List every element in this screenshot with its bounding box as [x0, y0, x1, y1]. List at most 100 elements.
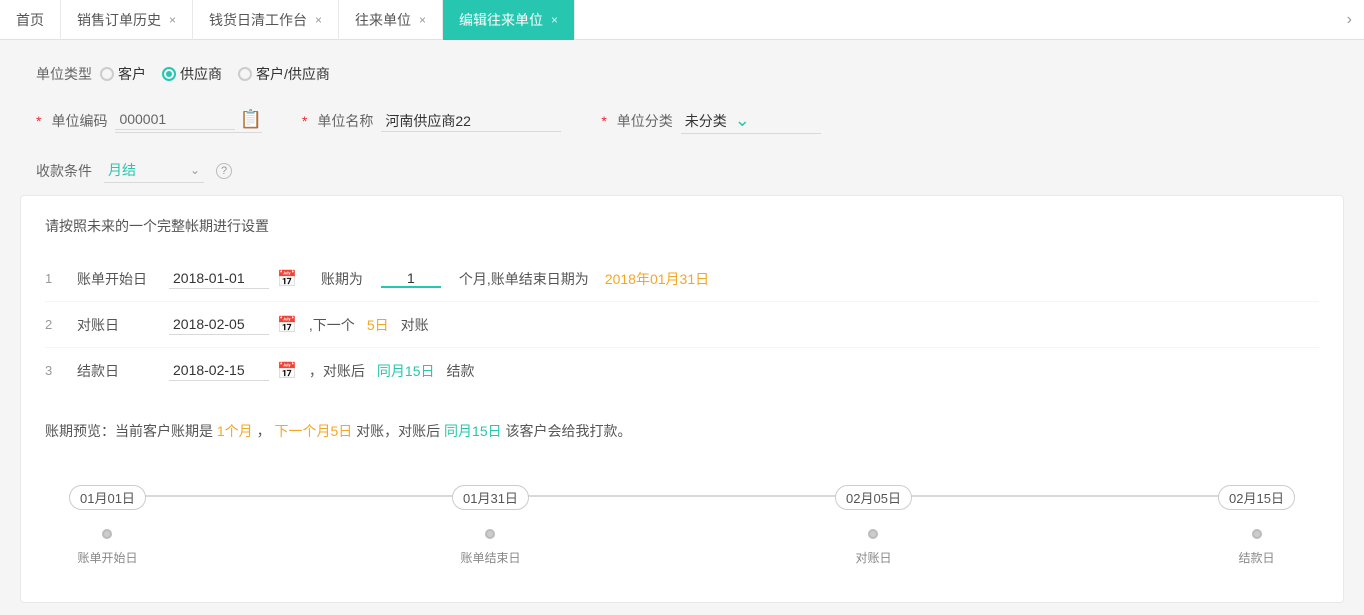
timeline-section: 01月01日 账单开始日 01月31日 账单结束日 02月05日 对账日 02月… — [45, 477, 1319, 582]
tab-edit-partner-unit-label: 编辑往来单位 — [459, 10, 543, 30]
period-row-2-calendar-icon[interactable]: 📅 — [277, 315, 297, 335]
timeline-node-2-dot — [868, 529, 878, 539]
unit-code-field-wrapper: 📋 — [115, 109, 261, 133]
period-preview: 账期预览：当前客户账期是 1个月 ， 下一个月5日 对账，对账后 同月15日 该… — [45, 409, 1319, 453]
radio-customer-label: 客户 — [118, 64, 146, 84]
period-row-3-date-group: 📅 — [169, 360, 297, 381]
radio-both[interactable]: 客户/供应商 — [238, 64, 330, 84]
preview-sep1: ， — [257, 423, 271, 439]
timeline-node-2: 02月05日 对账日 — [835, 485, 912, 566]
period-row-3: 3 结款日 📅 ，对账后 同月15日 结款 — [45, 348, 1319, 393]
radio-customer-circle — [100, 67, 114, 81]
payment-condition-help-icon[interactable]: ? — [216, 163, 232, 179]
period-row-2-label: 对账日 — [77, 315, 157, 335]
timeline-node-2-label: 对账日 — [855, 549, 891, 566]
period-row-3-desc-prefix: ，对账后 — [309, 361, 365, 381]
unit-type-row: 单位类型 客户 供应商 客户/供应商 — [20, 52, 1344, 96]
tab-edit-partner-unit-close[interactable]: × — [551, 13, 558, 27]
preview-part2: 下一个月5日 — [274, 423, 352, 439]
unit-code-group: * 单位编码 📋 — [36, 109, 262, 133]
period-row-1-label: 账单开始日 — [77, 269, 157, 289]
period-card: 请按照未来的一个完整帐期进行设置 1 账单开始日 📅 账期为 个月,账单结束日期… — [20, 195, 1344, 603]
unit-code-star: * — [36, 113, 41, 129]
period-row-1-calendar-icon[interactable]: 📅 — [277, 269, 297, 289]
radio-both-label: 客户/供应商 — [256, 64, 330, 84]
period-row-3-date-input[interactable] — [169, 360, 269, 381]
main-wrapper: 单位类型 客户 供应商 客户/供应商 * 单位编码 📋 — [0, 40, 1364, 615]
timeline-node-3: 02月15日 结款日 — [1218, 485, 1295, 566]
unit-class-select[interactable]: 未分类 ⌄ — [681, 108, 821, 134]
payment-condition-row: 收款条件 月结 ⌄ ? — [20, 146, 1344, 195]
radio-supplier-circle — [162, 67, 176, 81]
unit-code-label: 单位编码 — [51, 111, 107, 131]
preview-part3: 同月15日 — [444, 423, 502, 439]
payment-condition-label: 收款条件 — [36, 161, 92, 181]
unit-code-input[interactable] — [115, 109, 235, 130]
unit-name-input[interactable] — [381, 111, 561, 132]
preview-part1: 1个月 — [217, 423, 253, 439]
timeline-node-3-label: 结款日 — [1239, 549, 1275, 566]
period-row-1-end-date: 2018年01月31日 — [605, 269, 709, 289]
unit-name-group: * 单位名称 — [302, 111, 561, 132]
timeline-node-0-label: 账单开始日 — [77, 549, 137, 566]
period-row-2-desc-prefix: ,下一个 — [309, 315, 355, 335]
unit-class-label: 单位分类 — [617, 111, 673, 131]
period-row-2-desc-highlight: 5日 — [367, 315, 389, 335]
timeline-node-1: 01月31日 账单结束日 — [452, 485, 529, 566]
timeline-nodes: 01月01日 账单开始日 01月31日 账单结束日 02月05日 对账日 02月… — [45, 485, 1319, 566]
tab-sales-order-history-label: 销售订单历史 — [77, 10, 161, 30]
period-row-1-period-value-input[interactable] — [381, 270, 441, 288]
period-row-2-num: 2 — [45, 317, 65, 332]
radio-supplier[interactable]: 供应商 — [162, 64, 222, 84]
unit-code-copy-icon[interactable]: 📋 — [239, 109, 261, 130]
period-row-3-num: 3 — [45, 363, 65, 378]
tab-cash-work-label: 钱货日清工作台 — [209, 10, 307, 30]
tab-more-button[interactable]: › — [1335, 11, 1364, 29]
unit-info-row: * 单位编码 📋 * 单位名称 * 单位分类 未分类 ⌄ — [20, 96, 1344, 146]
period-row-2-date-input[interactable] — [169, 314, 269, 335]
timeline-node-3-date: 02月15日 — [1218, 485, 1295, 510]
unit-name-star: * — [302, 113, 307, 129]
period-row-1-period-label: 账期为 — [321, 269, 363, 289]
timeline-node-1-dot — [485, 529, 495, 539]
radio-both-circle — [238, 67, 252, 81]
unit-class-arrow-icon: ⌄ — [735, 110, 750, 131]
timeline-node-1-label: 账单结束日 — [460, 549, 520, 566]
tab-sales-order-history-close[interactable]: × — [169, 13, 176, 27]
tab-partner-unit-label: 往来单位 — [355, 10, 411, 30]
tab-home[interactable]: 首页 — [0, 0, 61, 40]
tab-partner-unit[interactable]: 往来单位 × — [339, 0, 443, 40]
tab-home-label: 首页 — [16, 10, 44, 30]
payment-condition-arrow-icon: ⌄ — [190, 163, 200, 177]
preview-suffix: 该客户会给我打款。 — [506, 423, 632, 439]
period-row-3-desc-suffix: 结款 — [447, 361, 475, 381]
period-row-3-calendar-icon[interactable]: 📅 — [277, 361, 297, 381]
timeline-node-0-dot — [102, 529, 112, 539]
unit-class-value: 未分类 — [685, 111, 727, 131]
period-row-2-desc-suffix: 对账 — [401, 315, 429, 335]
unit-name-label: 单位名称 — [317, 111, 373, 131]
preview-sep2: 对账，对账后 — [356, 423, 440, 439]
period-row-1-date-group: 📅 — [169, 268, 297, 289]
preview-label: 账期预览：当前客户账期是 — [45, 423, 213, 439]
period-card-instruction: 请按照未来的一个完整帐期进行设置 — [45, 216, 1319, 236]
unit-type-label: 单位类型 — [36, 64, 92, 84]
tab-cash-work[interactable]: 钱货日清工作台 × — [193, 0, 339, 40]
tab-partner-unit-close[interactable]: × — [419, 13, 426, 27]
period-row-1-period-unit: 个月,账单结束日期为 — [459, 269, 589, 289]
payment-condition-select[interactable]: 月结 ⌄ — [104, 158, 204, 183]
radio-supplier-label: 供应商 — [180, 64, 222, 84]
tab-cash-work-close[interactable]: × — [315, 13, 322, 27]
tab-sales-order-history[interactable]: 销售订单历史 × — [61, 0, 193, 40]
payment-condition-value: 月结 — [108, 160, 178, 180]
period-row-2-date-group: 📅 — [169, 314, 297, 335]
tab-edit-partner-unit[interactable]: 编辑往来单位 × — [443, 0, 575, 40]
period-row-1: 1 账单开始日 📅 账期为 个月,账单结束日期为 2018年01月31日 — [45, 256, 1319, 302]
period-row-1-num: 1 — [45, 271, 65, 286]
timeline-node-0-date: 01月01日 — [69, 485, 146, 510]
timeline-node-0: 01月01日 账单开始日 — [69, 485, 146, 566]
unit-class-star: * — [601, 113, 606, 129]
period-row-1-date-input[interactable] — [169, 268, 269, 289]
radio-customer[interactable]: 客户 — [100, 64, 146, 84]
timeline-node-1-date: 01月31日 — [452, 485, 529, 510]
